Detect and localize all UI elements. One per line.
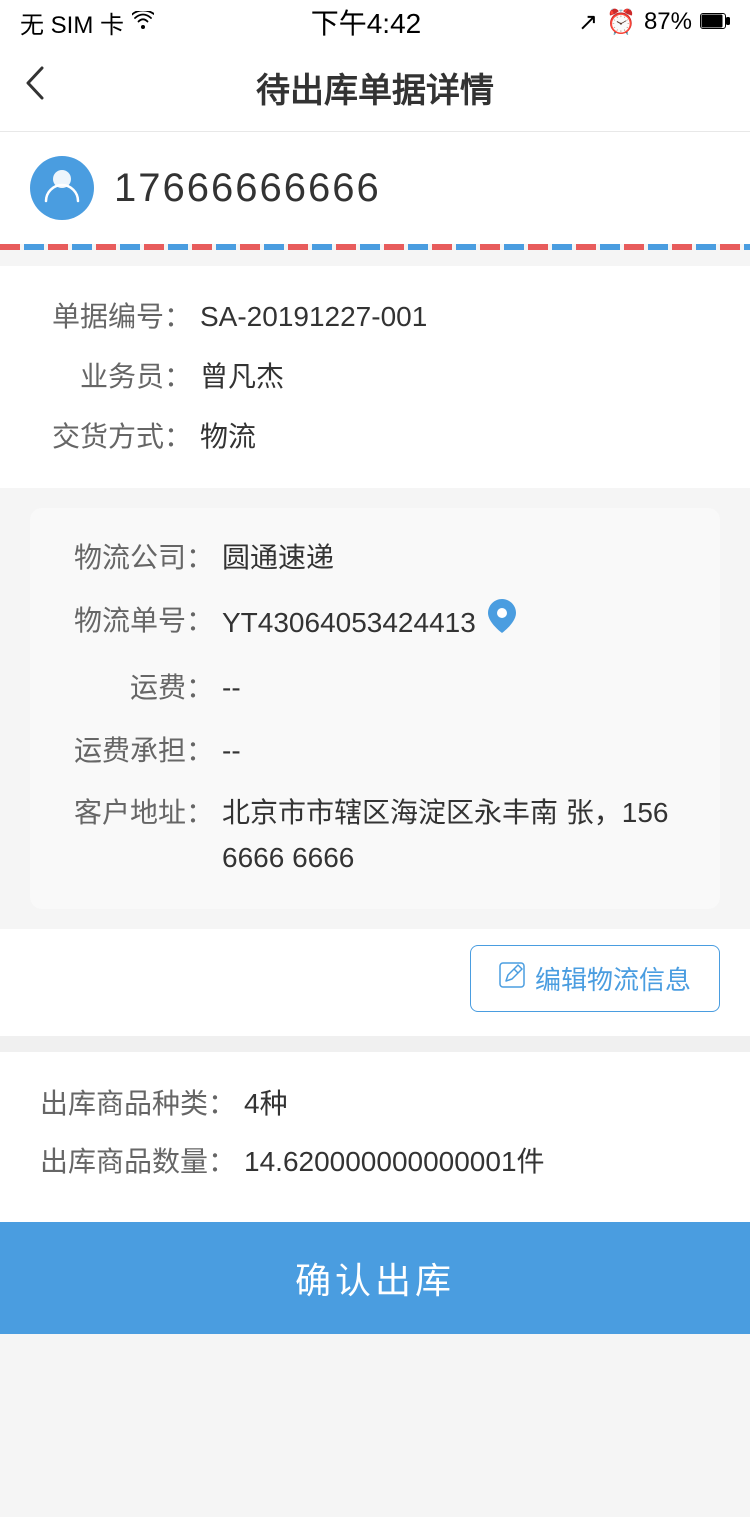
- goods-type-row: 出库商品种类： 4种: [40, 1082, 710, 1122]
- salesman-label: 业务员：: [40, 356, 200, 398]
- logistics-company-label: 物流公司：: [62, 536, 222, 581]
- confirm-btn-wrapper: 确认出库: [0, 1222, 750, 1334]
- goods-quantity-value: 14.620000000000001件: [244, 1140, 545, 1180]
- logistics-address-value: 北京市市辖区海淀区永丰南 张，156 6666 6666: [222, 791, 688, 881]
- delivery-row: 交货方式： 物流: [40, 416, 710, 458]
- page-title: 待出库单据详情: [256, 63, 494, 112]
- status-right: ↗ ⏰ 87%: [578, 8, 730, 37]
- logistics-company-value: 圆通速递: [222, 536, 688, 581]
- doc-no-label: 单据编号：: [40, 296, 200, 338]
- alarm-icon: ⏰: [606, 8, 636, 37]
- basic-info-section: 单据编号： SA-20191227-001 业务员： 曾凡杰 交货方式： 物流: [0, 266, 750, 488]
- goods-quantity-row: 出库商品数量： 14.620000000000001件: [40, 1140, 710, 1180]
- salesman-value: 曾凡杰: [200, 356, 710, 398]
- battery-icon: [700, 8, 730, 36]
- carrier-text: 无 SIM 卡: [20, 5, 124, 40]
- doc-no-value: SA-20191227-001: [200, 296, 710, 338]
- user-phone: 17666666666: [114, 166, 381, 211]
- logistics-address-row: 客户地址： 北京市市辖区海淀区永丰南 张，156 6666 6666: [62, 791, 688, 881]
- logistics-address-label: 客户地址：: [62, 791, 222, 836]
- back-button[interactable]: [24, 64, 46, 111]
- logistics-card: 物流公司： 圆通速递 物流单号： YT43064053424413 运费： --…: [30, 508, 720, 909]
- logistics-company-row: 物流公司： 圆通速递: [62, 536, 688, 581]
- status-bar: 无 SIM 卡 下午4:42 ↗ ⏰ 87%: [0, 0, 750, 44]
- goods-type-value: 4种: [244, 1082, 288, 1122]
- logistics-freight-label: 运费：: [62, 666, 222, 711]
- logistics-freight-row: 运费： --: [62, 666, 688, 711]
- dashed-divider: [0, 244, 750, 250]
- avatar: [30, 156, 94, 220]
- delivery-value: 物流: [200, 416, 710, 458]
- edit-logistics-button[interactable]: 编辑物流信息: [470, 945, 720, 1012]
- logistics-tracking-row: 物流单号： YT43064053424413: [62, 599, 688, 648]
- wifi-icon: [132, 8, 154, 36]
- logistics-tracking-label: 物流单号：: [62, 599, 222, 644]
- bottom-spacer: [0, 1317, 750, 1517]
- goods-quantity-label: 出库商品数量：: [40, 1140, 244, 1180]
- status-left: 无 SIM 卡: [20, 5, 154, 40]
- confirm-outbound-button[interactable]: 确认出库: [295, 1252, 455, 1304]
- edit-logistics-label: 编辑物流信息: [535, 960, 691, 997]
- delivery-label: 交货方式：: [40, 416, 200, 458]
- separator: [0, 1036, 750, 1052]
- map-pin-icon[interactable]: [488, 599, 516, 648]
- logistics-freight-bearer-value: --: [222, 729, 688, 774]
- logistics-freight-bearer-label: 运费承担：: [62, 729, 222, 774]
- logistics-freight-bearer-row: 运费承担： --: [62, 729, 688, 774]
- status-time: 下午4:42: [311, 2, 422, 42]
- goods-section: 出库商品种类： 4种 出库商品数量： 14.620000000000001件: [0, 1052, 750, 1210]
- logistics-tracking-value: YT43064053424413: [222, 599, 688, 648]
- salesman-row: 业务员： 曾凡杰: [40, 356, 710, 398]
- goods-type-label: 出库商品种类：: [40, 1082, 244, 1122]
- nav-bar: 待出库单据详情: [0, 44, 750, 132]
- user-icon: [43, 165, 81, 212]
- edit-btn-row: 编辑物流信息: [0, 929, 750, 1036]
- logistics-freight-value: --: [222, 666, 688, 711]
- location-status-icon: ↗: [578, 8, 598, 37]
- user-section: 17666666666: [0, 132, 750, 244]
- edit-icon: [499, 962, 525, 995]
- battery-text: 87%: [644, 8, 692, 36]
- doc-no-row: 单据编号： SA-20191227-001: [40, 296, 710, 338]
